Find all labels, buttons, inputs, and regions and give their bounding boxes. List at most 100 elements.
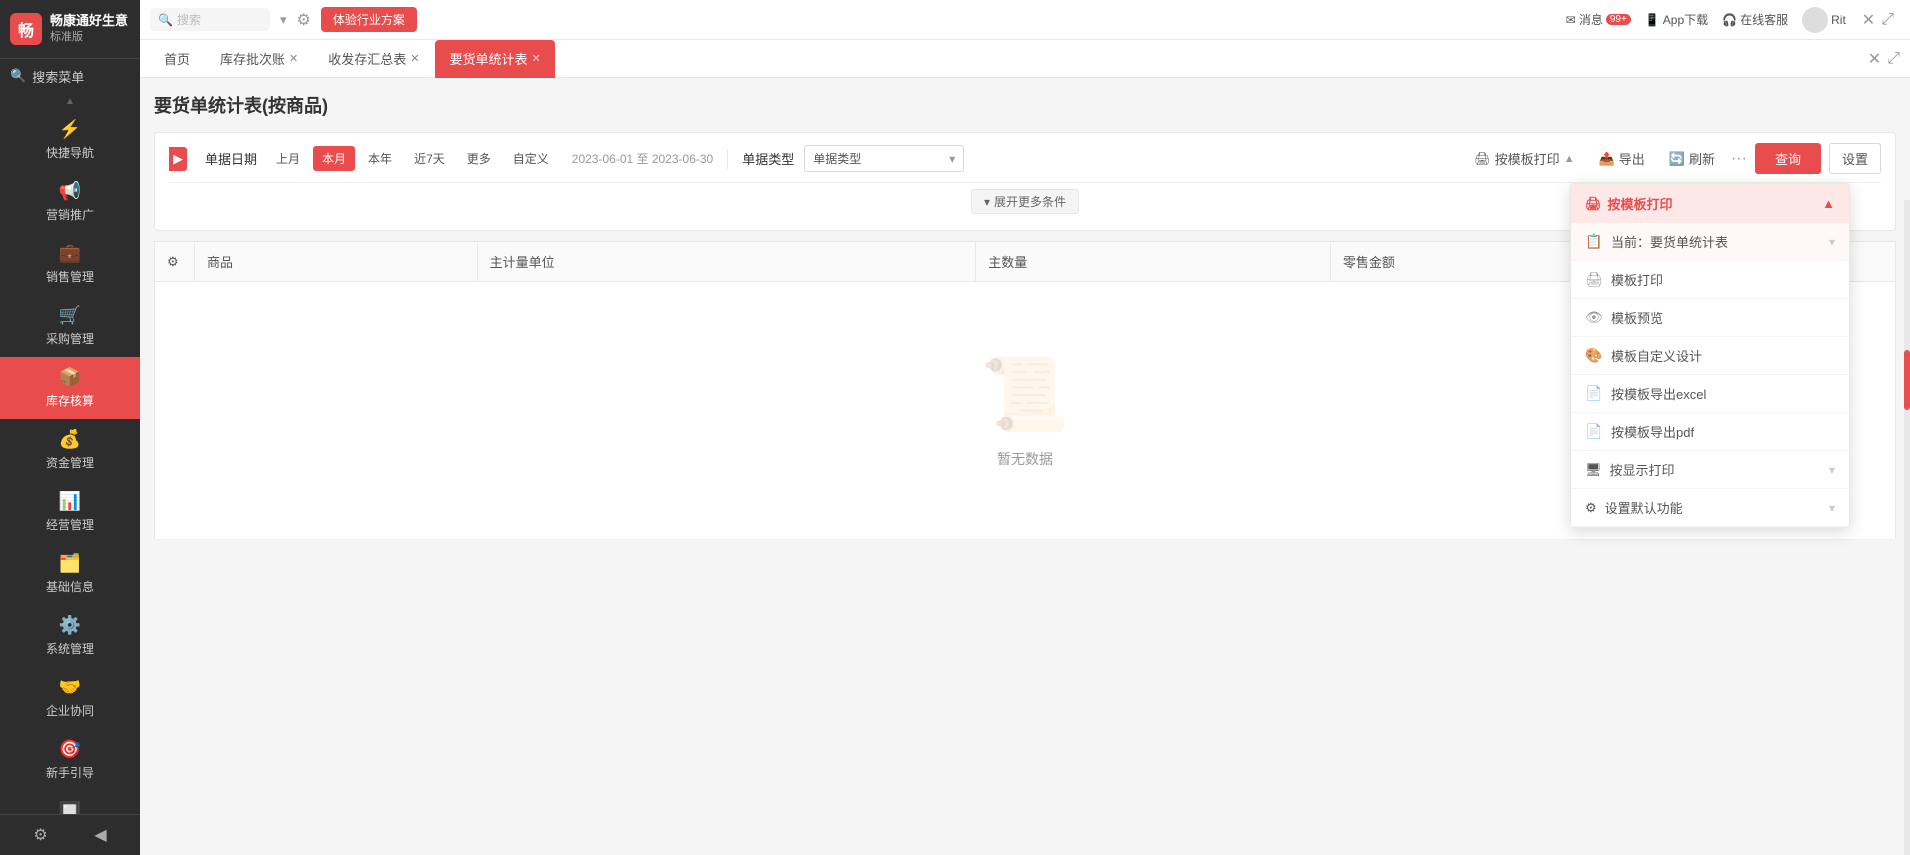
dropdown-header-left: 🖨 按模板打印 xyxy=(1585,194,1673,213)
dropdown-template-custom[interactable]: 🎨 模板自定义设计 xyxy=(1571,337,1849,375)
basic-icon: 🗂️ xyxy=(59,553,81,574)
filter-expand-arrow[interactable]: ▶ xyxy=(169,147,187,171)
search-menu[interactable]: 🔍 搜索菜单 xyxy=(0,59,140,94)
dropdown-print-icon: 🖨 xyxy=(1585,196,1602,212)
settings-btn[interactable]: 设置 xyxy=(1829,143,1881,174)
dropdown-close-chevron[interactable]: ▲ xyxy=(1822,196,1835,211)
sidebar-item-sales[interactable]: 💼 销售管理 xyxy=(0,233,140,295)
right-scrollbar-thumb[interactable] xyxy=(1904,350,1910,410)
tab-order-summary-close[interactable]: ✕ xyxy=(532,52,541,65)
global-search[interactable]: 🔍 搜索 xyxy=(150,8,270,31)
template-print-btn[interactable]: 🖨 按模板打印 ▲ xyxy=(1466,145,1582,172)
export-btn[interactable]: 📤 导出 xyxy=(1591,145,1653,172)
tab-collection-summary-close[interactable]: ✕ xyxy=(410,52,419,65)
dropdown-export-pdf[interactable]: 📄 按模板导出pdf xyxy=(1571,413,1849,451)
topbar-dropdown-arrow[interactable]: ▾ xyxy=(280,12,287,28)
tabs-bar: 首页 库存批次账 ✕ 收发存汇总表 ✕ 要货单统计表 ✕ ✕ ⤢ xyxy=(140,40,1910,78)
query-btn[interactable]: 查询 xyxy=(1755,143,1821,174)
inventory-icon: 📦 xyxy=(59,367,81,388)
window-controls: ✕ ⤢ xyxy=(1856,10,1900,30)
date-tab-more[interactable]: 更多 xyxy=(458,146,500,171)
tab-batch-accounts[interactable]: 库存批次账 ✕ xyxy=(206,40,312,78)
sidebar-item-marketing[interactable]: 📢 营销推广 xyxy=(0,171,140,233)
app-logo: 畅 畅康通好生意 标准版 xyxy=(0,0,140,59)
dropdown-default-func[interactable]: ⚙ 设置默认功能 ▾ xyxy=(1571,489,1849,527)
expand-more-btn[interactable]: ▾ 展开更多条件 xyxy=(971,189,1079,214)
doc-type-select[interactable]: 单据类型 ▾ xyxy=(804,145,964,172)
toolbar-divider-1 xyxy=(727,149,728,169)
sidebar-item-newbie[interactable]: 🎯 新手引导 xyxy=(0,729,140,791)
empty-state-icon: 📜 xyxy=(980,352,1070,437)
marketing-icon: 📢 xyxy=(59,181,81,202)
sidebar-item-enterprise[interactable]: 🤝 企业协同 xyxy=(0,667,140,729)
sidebar-scroll-up[interactable]: ▲ xyxy=(65,96,75,107)
print-icon: 🖨 xyxy=(1474,151,1491,167)
dropdown-template-print[interactable]: 🖨 模板打印 xyxy=(1571,261,1849,299)
tab-collection-summary[interactable]: 收发存汇总表 ✕ xyxy=(314,40,433,78)
experience-btn[interactable]: 体验行业方案 xyxy=(321,7,417,32)
user-avatar[interactable]: Rit xyxy=(1802,7,1846,33)
date-tab-prev-month[interactable]: 上月 xyxy=(267,146,309,171)
sidebar-item-finance[interactable]: 💰 资金管理 xyxy=(0,419,140,481)
dsh-display-left: 🖥 按显示打印 xyxy=(1585,460,1675,479)
operations-icon: 📊 xyxy=(59,491,81,512)
app-download-action[interactable]: 📱 App下载 xyxy=(1645,11,1708,28)
main-area: 🔍 搜索 ▾ ⚙ 体验行业方案 ✉ 消息 99+ 📱 App下载 🎧 在线客服 … xyxy=(140,0,1910,855)
empty-state-text: 暂无数据 xyxy=(997,449,1053,469)
sidebar-item-purchase[interactable]: 🛒 采购管理 xyxy=(0,295,140,357)
enterprise-icon: 🤝 xyxy=(59,677,81,698)
th-unit: 主计量单位 xyxy=(477,242,976,282)
sidebar-item-inventory[interactable]: 📦 库存核算 xyxy=(0,357,140,419)
dsh-default-left: ⚙ 设置默认功能 xyxy=(1585,498,1683,517)
doc-type-chevron: ▾ xyxy=(949,152,955,166)
display-print-icon: 🖥 xyxy=(1585,462,1602,478)
filter-row-1: ▶ 单据日期 上月 本月 本年 近7天 更多 xyxy=(169,143,1881,174)
window-expand-btn[interactable]: ⤢ xyxy=(1881,11,1894,29)
dropdown-preview-icon: 👁 xyxy=(1585,309,1603,326)
content-area: 要货单统计表(按商品) ▶ 单据日期 上月 本月 本年 xyxy=(140,78,1910,855)
refresh-btn[interactable]: 🔄 刷新 xyxy=(1661,145,1723,172)
finance-icon: 💰 xyxy=(59,429,81,450)
tab-batch-accounts-close[interactable]: ✕ xyxy=(289,52,298,65)
current-template-arrow: ▾ xyxy=(1829,235,1835,249)
dropdown-template-preview[interactable]: 👁 模板预览 xyxy=(1571,299,1849,337)
settings-icon[interactable]: ⚙ xyxy=(33,825,47,845)
date-tab-current-year[interactable]: 本年 xyxy=(359,146,401,171)
th-settings[interactable]: ⚙ xyxy=(155,242,195,282)
tab-order-summary[interactable]: 要货单统计表 ✕ xyxy=(435,40,554,78)
sidebar-item-operations[interactable]: 📊 经营管理 xyxy=(0,481,140,543)
window-close-btn[interactable]: ✕ xyxy=(1862,10,1875,30)
date-tab-custom[interactable]: 自定义 xyxy=(504,146,558,171)
column-settings-icon[interactable]: ⚙ xyxy=(167,254,179,269)
sidebar: 畅 畅康通好生意 标准版 🔍 搜索菜单 ▲ ⚡ 快捷导航 📢 营销推广 💼 销售… xyxy=(0,0,140,855)
online-support-action[interactable]: 🎧 在线客服 xyxy=(1722,11,1788,28)
dropdown-display-print[interactable]: 🖥 按显示打印 ▾ xyxy=(1571,451,1849,489)
tab-window-close[interactable]: ✕ xyxy=(1868,49,1881,69)
template-print-dropdown: 🖨 按模板打印 ▲ 📋 当前：要货单统计表 ▾ 🖨 模板打印 👁 xyxy=(1570,183,1850,528)
collapse-icon[interactable]: ◀ xyxy=(94,825,106,845)
dropdown-header[interactable]: 🖨 按模板打印 ▲ xyxy=(1571,184,1849,223)
dropdown-current-template[interactable]: 📋 当前：要货单统计表 ▾ xyxy=(1571,223,1849,261)
dropdown-export-excel[interactable]: 📄 按模板导出excel xyxy=(1571,375,1849,413)
search-icon: 🔍 xyxy=(10,68,26,84)
sidebar-item-appstore[interactable]: 🔲 应用中心 xyxy=(0,791,140,814)
current-template-icon: 📋 xyxy=(1585,233,1603,250)
dropdown-pdf-icon: 📄 xyxy=(1585,423,1603,440)
refresh-icon: 🔄 xyxy=(1669,151,1685,167)
date-tab-current-month[interactable]: 本月 xyxy=(313,146,355,171)
right-scrollbar xyxy=(1904,200,1910,855)
date-tab-last7[interactable]: 近7天 xyxy=(405,146,454,171)
appstore-icon: 🔲 xyxy=(59,801,81,814)
more-options-btn[interactable]: ··· xyxy=(1731,150,1747,168)
sidebar-item-basic[interactable]: 🗂️ 基础信息 xyxy=(0,543,140,605)
sidebar-item-quick-nav[interactable]: ⚡ 快捷导航 xyxy=(0,109,140,171)
page-title: 要货单统计表(按商品) xyxy=(154,92,1896,118)
tab-home[interactable]: 首页 xyxy=(150,40,204,78)
sidebar-item-system[interactable]: ⚙️ 系统管理 xyxy=(0,605,140,667)
topbar-settings-icon[interactable]: ⚙ xyxy=(297,10,311,30)
dropdown-tprint-icon: 🖨 xyxy=(1585,271,1603,288)
template-print-chevron: ▲ xyxy=(1564,153,1575,165)
tab-window-expand[interactable]: ⤢ xyxy=(1887,50,1900,68)
message-action[interactable]: ✉ 消息 99+ xyxy=(1566,11,1631,28)
avatar-img xyxy=(1802,7,1828,33)
